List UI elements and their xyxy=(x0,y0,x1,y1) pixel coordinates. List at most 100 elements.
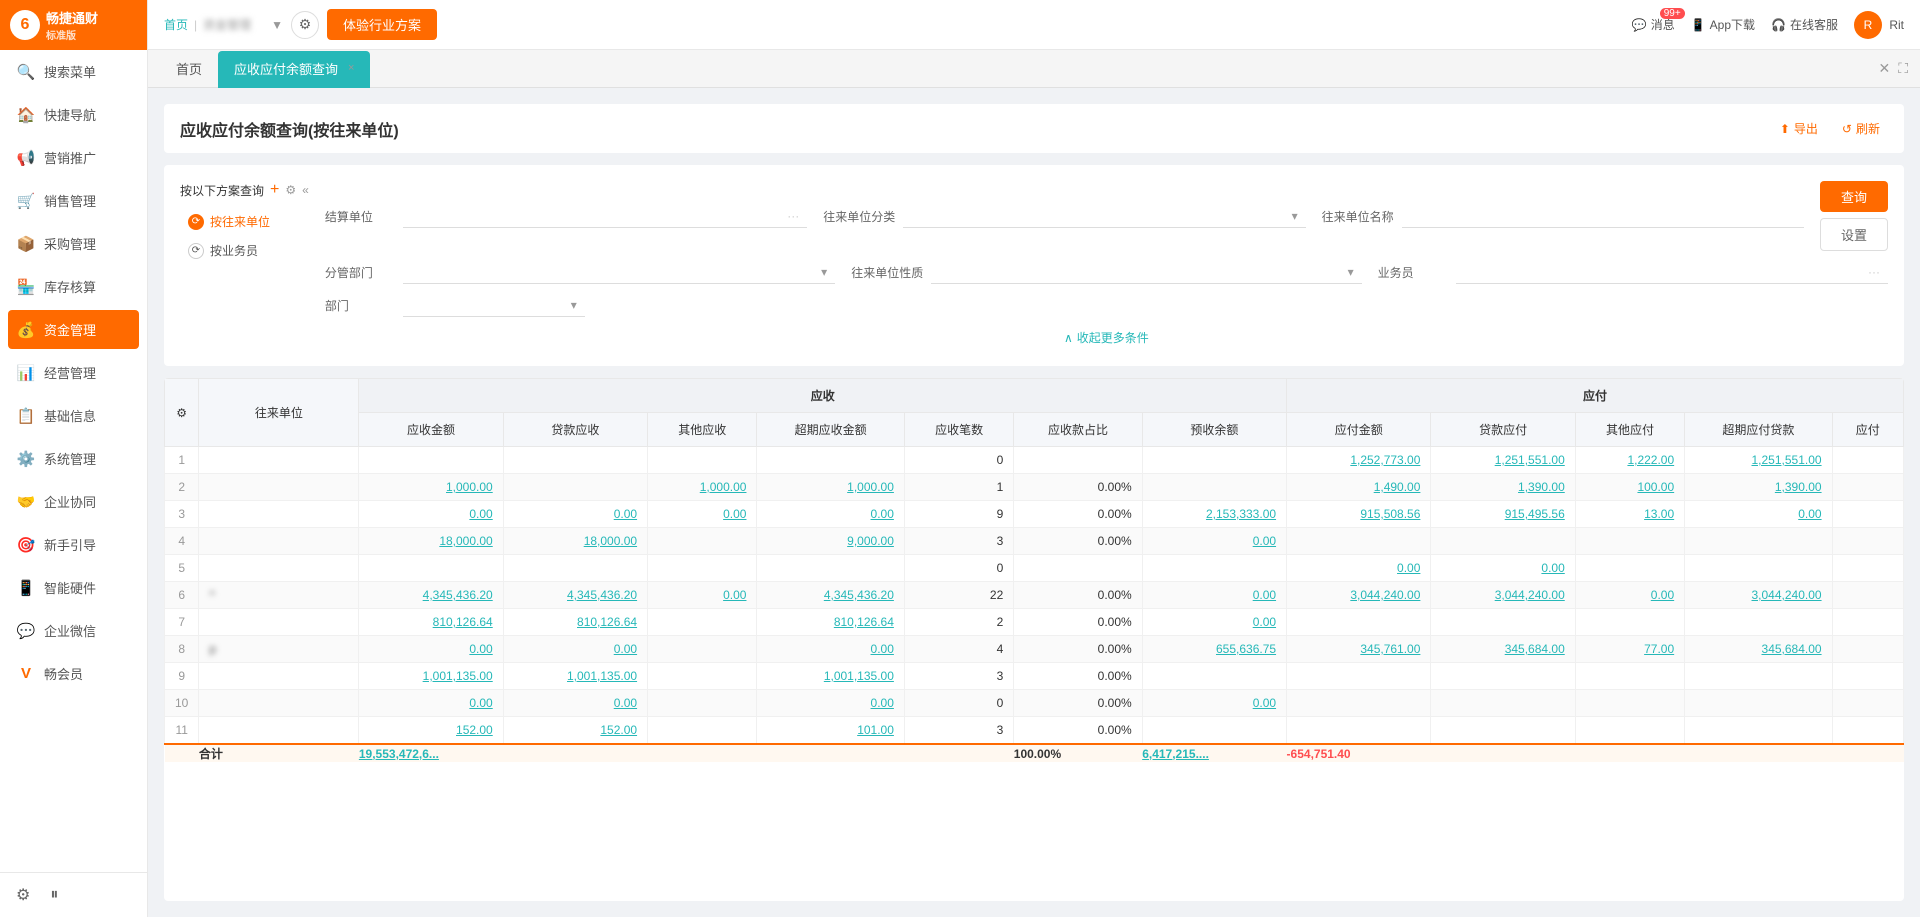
sidebar-item-finance[interactable]: 💰 资金管理 xyxy=(8,310,139,349)
row-other-pay[interactable]: 1,222.00 xyxy=(1575,447,1684,474)
row-recv-amount[interactable]: 0.00 xyxy=(359,636,503,663)
user-avatar[interactable]: R Rit xyxy=(1854,11,1904,39)
row-other-recv[interactable]: 1,000.00 xyxy=(648,474,757,501)
row-advance-bal[interactable]: 655,636.75 xyxy=(1142,636,1286,663)
row-overdue-pay[interactable]: 345,684.00 xyxy=(1685,636,1832,663)
sidebar-item-system[interactable]: ⚙️ 系统管理 xyxy=(0,437,147,480)
add-icon[interactable]: + xyxy=(270,181,279,199)
sidebar-item-smart-hw[interactable]: 📱 智能硬件 xyxy=(0,566,147,609)
dept-dropdown-icon[interactable]: ▾ xyxy=(571,298,577,312)
row-overdue-recv[interactable]: 0.00 xyxy=(757,690,904,717)
expand-icon[interactable]: ⛶ xyxy=(1898,60,1908,77)
row-loan-pay[interactable]: 3,044,240.00 xyxy=(1431,582,1575,609)
row-loan-recv[interactable]: 1,001,135.00 xyxy=(503,663,647,690)
sidebar-item-search-menu[interactable]: 🔍 搜索菜单 xyxy=(0,50,147,93)
sidebar-item-member[interactable]: V 畅会员 xyxy=(0,652,147,695)
row-recv-amount[interactable]: 18,000.00 xyxy=(359,528,503,555)
message-button[interactable]: 💬 消息 99+ xyxy=(1632,16,1675,33)
collapse-icon[interactable]: ⏸ xyxy=(50,886,58,904)
sidebar-item-wechat[interactable]: 💬 企业微信 xyxy=(0,609,147,652)
row-advance-bal[interactable]: 0.00 xyxy=(1142,609,1286,636)
row-overdue-pay[interactable]: 1,251,551.00 xyxy=(1685,447,1832,474)
row-other-pay[interactable]: 100.00 xyxy=(1575,474,1684,501)
row-overdue-pay[interactable]: 0.00 xyxy=(1685,501,1832,528)
promo-button[interactable]: 体验行业方案 xyxy=(327,9,437,40)
row-loan-pay[interactable]: 345,684.00 xyxy=(1431,636,1575,663)
tab-active[interactable]: 应收应付余额查询 × xyxy=(218,51,370,88)
row-pay-amount[interactable]: 915,508.56 xyxy=(1287,501,1431,528)
row-other-pay[interactable]: 0.00 xyxy=(1575,582,1684,609)
close-window-icon[interactable]: ✕ xyxy=(1878,60,1890,77)
footer-advance-balance[interactable]: 6,417,215.... xyxy=(1142,744,1286,762)
sidebar-item-beginner[interactable]: 🎯 新手引导 xyxy=(0,523,147,566)
app-download-button[interactable]: 📱 App下载 xyxy=(1691,16,1755,33)
settings-circle-icon[interactable]: ⚙ xyxy=(285,183,296,197)
sidebar-item-marketing[interactable]: 📢 营销推广 xyxy=(0,136,147,179)
row-loan-pay[interactable]: 915,495.56 xyxy=(1431,501,1575,528)
settings-button[interactable]: ⚙ xyxy=(291,11,319,39)
settings-button-filter[interactable]: 设置 xyxy=(1820,218,1888,251)
row-overdue-pay[interactable]: 1,390.00 xyxy=(1685,474,1832,501)
sidebar-item-enterprise[interactable]: 🤝 企业协同 xyxy=(0,480,147,523)
query-option-by-partner[interactable]: ⟳ 按往来单位 xyxy=(180,207,309,236)
row-advance-bal[interactable]: 0.00 xyxy=(1142,582,1286,609)
row-advance-bal[interactable]: 2,153,333.00 xyxy=(1142,501,1286,528)
sidebar-item-basic-info[interactable]: 📋 基础信息 xyxy=(0,394,147,437)
row-loan-recv[interactable]: 18,000.00 xyxy=(503,528,647,555)
row-other-pay[interactable]: 13.00 xyxy=(1575,501,1684,528)
row-loan-pay[interactable]: 0.00 xyxy=(1431,555,1575,582)
row-advance-bal[interactable]: 0.00 xyxy=(1142,690,1286,717)
row-other-recv[interactable]: 0.00 xyxy=(648,501,757,528)
collapse-more-button[interactable]: ∧ 收起更多条件 xyxy=(325,325,1888,350)
row-overdue-recv[interactable]: 1,001,135.00 xyxy=(757,663,904,690)
managing-dept-dropdown-icon[interactable]: ▾ xyxy=(821,265,827,279)
row-overdue-pay[interactable]: 3,044,240.00 xyxy=(1685,582,1832,609)
salesperson-dots[interactable]: ··· xyxy=(1868,265,1880,279)
collapse-left-icon[interactable]: « xyxy=(302,183,309,197)
online-service-button[interactable]: 🎧 在线客服 xyxy=(1771,16,1838,33)
row-advance-bal[interactable]: 0.00 xyxy=(1142,528,1286,555)
th-settings[interactable]: ⚙ xyxy=(165,379,199,447)
row-pay-amount[interactable]: 1,490.00 xyxy=(1287,474,1431,501)
row-loan-recv[interactable]: 810,126.64 xyxy=(503,609,647,636)
row-pay-amount[interactable]: 1,252,773.00 xyxy=(1287,447,1431,474)
settings-icon[interactable]: ⚙ xyxy=(16,885,30,905)
tab-home[interactable]: 首页 xyxy=(160,51,218,88)
row-loan-recv[interactable]: 0.00 xyxy=(503,501,647,528)
row-recv-amount[interactable]: 4,345,436.20 xyxy=(359,582,503,609)
row-overdue-recv[interactable]: 1,000.00 xyxy=(757,474,904,501)
tab-close-icon[interactable]: × xyxy=(348,62,354,74)
row-overdue-recv[interactable]: 0.00 xyxy=(757,636,904,663)
partner-category-dropdown-icon[interactable]: ▾ xyxy=(1292,209,1298,223)
row-recv-amount[interactable]: 1,000.00 xyxy=(359,474,503,501)
query-option-by-salesperson[interactable]: ⟳ 按业务员 xyxy=(180,236,309,265)
sidebar-item-operation[interactable]: 📊 经营管理 xyxy=(0,351,147,394)
partner-name-input[interactable] xyxy=(1402,205,1804,228)
sidebar-item-inventory[interactable]: 🏪 库存核算 xyxy=(0,265,147,308)
footer-receivable-amount[interactable]: 19,553,472,6... xyxy=(359,744,503,762)
sidebar-item-purchase[interactable]: 📦 采购管理 xyxy=(0,222,147,265)
row-pay-amount[interactable]: 345,761.00 xyxy=(1287,636,1431,663)
row-loan-recv[interactable]: 152.00 xyxy=(503,717,647,745)
sidebar-item-quick-nav[interactable]: 🏠 快捷导航 xyxy=(0,93,147,136)
refresh-button[interactable]: ↺ 刷新 xyxy=(1834,116,1888,141)
settlement-unit-dots[interactable]: ··· xyxy=(787,209,799,223)
partner-nature-dropdown-icon[interactable]: ▾ xyxy=(1348,265,1354,279)
row-recv-amount[interactable]: 0.00 xyxy=(359,690,503,717)
row-recv-amount[interactable]: 1,001,135.00 xyxy=(359,663,503,690)
row-pay-amount[interactable]: 3,044,240.00 xyxy=(1287,582,1431,609)
row-overdue-recv[interactable]: 101.00 xyxy=(757,717,904,745)
sidebar-item-sales[interactable]: 🛒 销售管理 xyxy=(0,179,147,222)
row-recv-amount[interactable]: 0.00 xyxy=(359,501,503,528)
row-overdue-recv[interactable]: 4,345,436.20 xyxy=(757,582,904,609)
row-loan-recv[interactable]: 4,345,436.20 xyxy=(503,582,647,609)
query-button[interactable]: 查询 xyxy=(1820,181,1888,212)
row-recv-amount[interactable]: 810,126.64 xyxy=(359,609,503,636)
export-button[interactable]: ⬆ 导出 xyxy=(1772,116,1826,141)
row-recv-amount[interactable]: 152.00 xyxy=(359,717,503,745)
row-other-recv[interactable]: 0.00 xyxy=(648,582,757,609)
row-loan-recv[interactable]: 0.00 xyxy=(503,690,647,717)
row-overdue-recv[interactable]: 0.00 xyxy=(757,501,904,528)
row-loan-recv[interactable]: 0.00 xyxy=(503,636,647,663)
row-loan-pay[interactable]: 1,251,551.00 xyxy=(1431,447,1575,474)
